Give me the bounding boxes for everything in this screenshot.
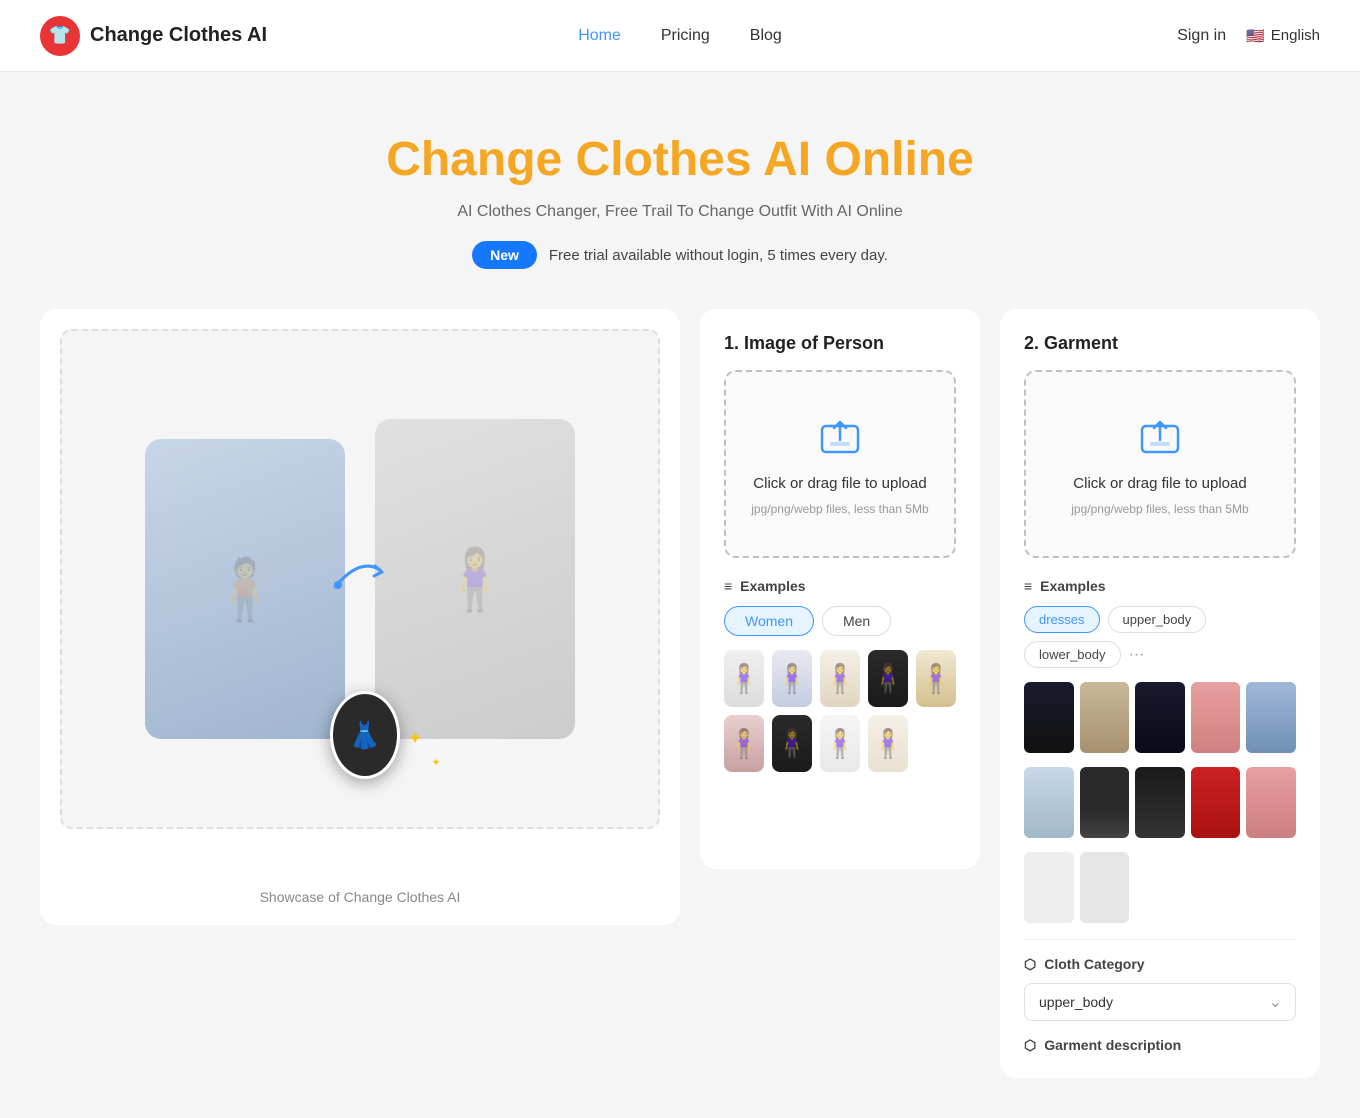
cloth-category-section: ⬡ Cloth Category upper_body lower_body d… bbox=[1024, 956, 1296, 1021]
garment-panel: 2. Garment Click or drag file to upload … bbox=[1000, 309, 1320, 1078]
cloth-category-title: ⬡ Cloth Category bbox=[1024, 956, 1296, 973]
garment-examples-label: Examples bbox=[1040, 578, 1105, 594]
tab-women[interactable]: Women bbox=[724, 606, 814, 636]
hero-title: Change Clothes AI Online bbox=[40, 132, 1320, 187]
garment-thumbnails-row2 bbox=[1024, 767, 1296, 838]
garment-upload-hint: jpg/png/webp files, less than 5Mb bbox=[1071, 502, 1248, 516]
garment-upload-icon bbox=[1138, 412, 1182, 465]
tab-men[interactable]: Men bbox=[822, 606, 891, 636]
language-label: English bbox=[1271, 27, 1320, 44]
cloth-category-dropdown[interactable]: upper_body lower_body dresses bbox=[1024, 983, 1296, 1021]
examples-icon: ≡ bbox=[724, 578, 732, 594]
divider bbox=[1024, 939, 1296, 940]
language-selector[interactable]: 🇺🇸 English bbox=[1246, 27, 1320, 45]
garment-thumb-11[interactable] bbox=[1024, 852, 1074, 923]
cat-dresses[interactable]: dresses bbox=[1024, 606, 1100, 633]
person-upload-icon bbox=[818, 412, 862, 465]
garment-examples-icon: ≡ bbox=[1024, 578, 1032, 594]
person-thumb-4[interactable]: 🧍‍♀️ bbox=[868, 650, 908, 707]
hero-section: Change Clothes AI Online AI Clothes Chan… bbox=[40, 132, 1320, 269]
garment-thumb-9[interactable] bbox=[1191, 767, 1241, 838]
garment-thumb-4[interactable] bbox=[1191, 682, 1241, 753]
figure-after: 🧍‍♀️ bbox=[375, 419, 575, 739]
cat-more[interactable]: ··· bbox=[1129, 646, 1145, 664]
nav-home[interactable]: Home bbox=[578, 27, 621, 45]
person-thumb-5[interactable]: 🧍‍♀️ bbox=[916, 650, 956, 707]
person-thumb-2[interactable]: 🧍‍♀️ bbox=[772, 650, 812, 707]
garment-thumb-6[interactable] bbox=[1024, 767, 1074, 838]
person-thumb-8[interactable]: 🧍‍♀️ bbox=[820, 715, 860, 772]
garment-thumb-7[interactable] bbox=[1080, 767, 1130, 838]
showcase-figures: 🧍 🧍‍♀️ bbox=[62, 399, 658, 759]
cloth-cat-label: Cloth Category bbox=[1044, 956, 1144, 972]
cat-lower-body[interactable]: lower_body bbox=[1024, 641, 1121, 668]
garment-examples-header: ≡ Examples bbox=[1024, 578, 1296, 594]
garment-preview-thumb: 👗 bbox=[330, 691, 400, 779]
showcase-label: Showcase of Change Clothes AI bbox=[60, 889, 660, 905]
person-upload-area[interactable]: Click or drag file to upload jpg/png/web… bbox=[724, 370, 956, 558]
sign-in-button[interactable]: Sign in bbox=[1177, 27, 1226, 45]
logo-icon: 👕 bbox=[40, 16, 80, 56]
brand-name: Change Clothes AI bbox=[90, 24, 267, 47]
person-thumb-9[interactable]: 🧍‍♀️ bbox=[868, 715, 908, 772]
sparkle-1: ✦ bbox=[408, 728, 423, 749]
person-panel: 1. Image of Person Click or drag file to… bbox=[700, 309, 980, 869]
garment-thumbnails-row3 bbox=[1024, 852, 1296, 923]
main-nav: Home Pricing Blog bbox=[578, 27, 782, 45]
transform-arrow bbox=[330, 552, 390, 597]
figure-before-placeholder: 🧍 bbox=[208, 554, 283, 625]
hero-badge-row: New Free trial available without login, … bbox=[40, 241, 1320, 269]
garment-desc-icon: ⬡ bbox=[1024, 1037, 1036, 1054]
person-thumb-1[interactable]: 🧍‍♀️ bbox=[724, 650, 764, 707]
garment-thumb-3[interactable] bbox=[1135, 682, 1185, 753]
garment-upload-area[interactable]: Click or drag file to upload jpg/png/web… bbox=[1024, 370, 1296, 558]
cloth-category-dropdown-wrapper: upper_body lower_body dresses bbox=[1024, 983, 1296, 1021]
garment-thumb-2[interactable] bbox=[1080, 682, 1130, 753]
showcase-panel: 🧍 🧍‍♀️ bbox=[40, 309, 680, 925]
showcase-inner: 🧍 🧍‍♀️ bbox=[60, 329, 660, 829]
garment-thumb-12[interactable] bbox=[1080, 852, 1130, 923]
cloth-cat-icon: ⬡ bbox=[1024, 956, 1036, 973]
nav-pricing[interactable]: Pricing bbox=[661, 27, 710, 45]
garment-thumb-10[interactable] bbox=[1246, 767, 1296, 838]
examples-label: Examples bbox=[740, 578, 805, 594]
gender-tabs: Women Men bbox=[724, 606, 956, 636]
badge-text: Free trial available without login, 5 ti… bbox=[549, 247, 888, 264]
sparkle-2: ✦ bbox=[432, 756, 441, 769]
header-right: Sign in 🇺🇸 English bbox=[1177, 27, 1320, 45]
garment-thumb-8[interactable] bbox=[1135, 767, 1185, 838]
garment-panel-title: 2. Garment bbox=[1024, 333, 1296, 354]
person-upload-text: Click or drag file to upload bbox=[753, 475, 926, 492]
garment-thumb-1[interactable] bbox=[1024, 682, 1074, 753]
garment-category-tags: dresses upper_body lower_body ··· bbox=[1024, 606, 1296, 668]
garment-thumbnails-row1 bbox=[1024, 682, 1296, 753]
cat-upper-body[interactable]: upper_body bbox=[1108, 606, 1207, 633]
hero-subtitle: AI Clothes Changer, Free Trail To Change… bbox=[40, 203, 1320, 221]
figure-before: 🧍 bbox=[145, 439, 345, 739]
person-panel-title: 1. Image of Person bbox=[724, 333, 956, 354]
garment-upload-text: Click or drag file to upload bbox=[1073, 475, 1246, 492]
person-thumbnails: 🧍‍♀️ 🧍‍♀️ 🧍‍♀️ 🧍‍♀️ 🧍‍♀️ 🧍‍♀️ 🧍‍♀️ 🧍‍♀️ … bbox=[724, 650, 956, 772]
garment-desc-label: Garment description bbox=[1044, 1037, 1181, 1053]
person-upload-hint: jpg/png/webp files, less than 5Mb bbox=[751, 502, 928, 516]
flag-icon: 🇺🇸 bbox=[1246, 27, 1265, 45]
person-thumb-6[interactable]: 🧍‍♀️ bbox=[724, 715, 764, 772]
logo-area[interactable]: 👕 Change Clothes AI bbox=[40, 16, 267, 56]
person-thumb-7[interactable]: 🧍‍♀️ bbox=[772, 715, 812, 772]
new-badge: New bbox=[472, 241, 537, 269]
nav-blog[interactable]: Blog bbox=[750, 27, 782, 45]
person-thumb-3[interactable]: 🧍‍♀️ bbox=[820, 650, 860, 707]
figure-after-placeholder: 🧍‍♀️ bbox=[438, 544, 513, 615]
garment-thumb-5[interactable] bbox=[1246, 682, 1296, 753]
garment-description-header: ⬡ Garment description bbox=[1024, 1037, 1296, 1054]
person-examples-header: ≡ Examples bbox=[724, 578, 956, 594]
main-panels: 🧍 🧍‍♀️ bbox=[40, 309, 1320, 1078]
